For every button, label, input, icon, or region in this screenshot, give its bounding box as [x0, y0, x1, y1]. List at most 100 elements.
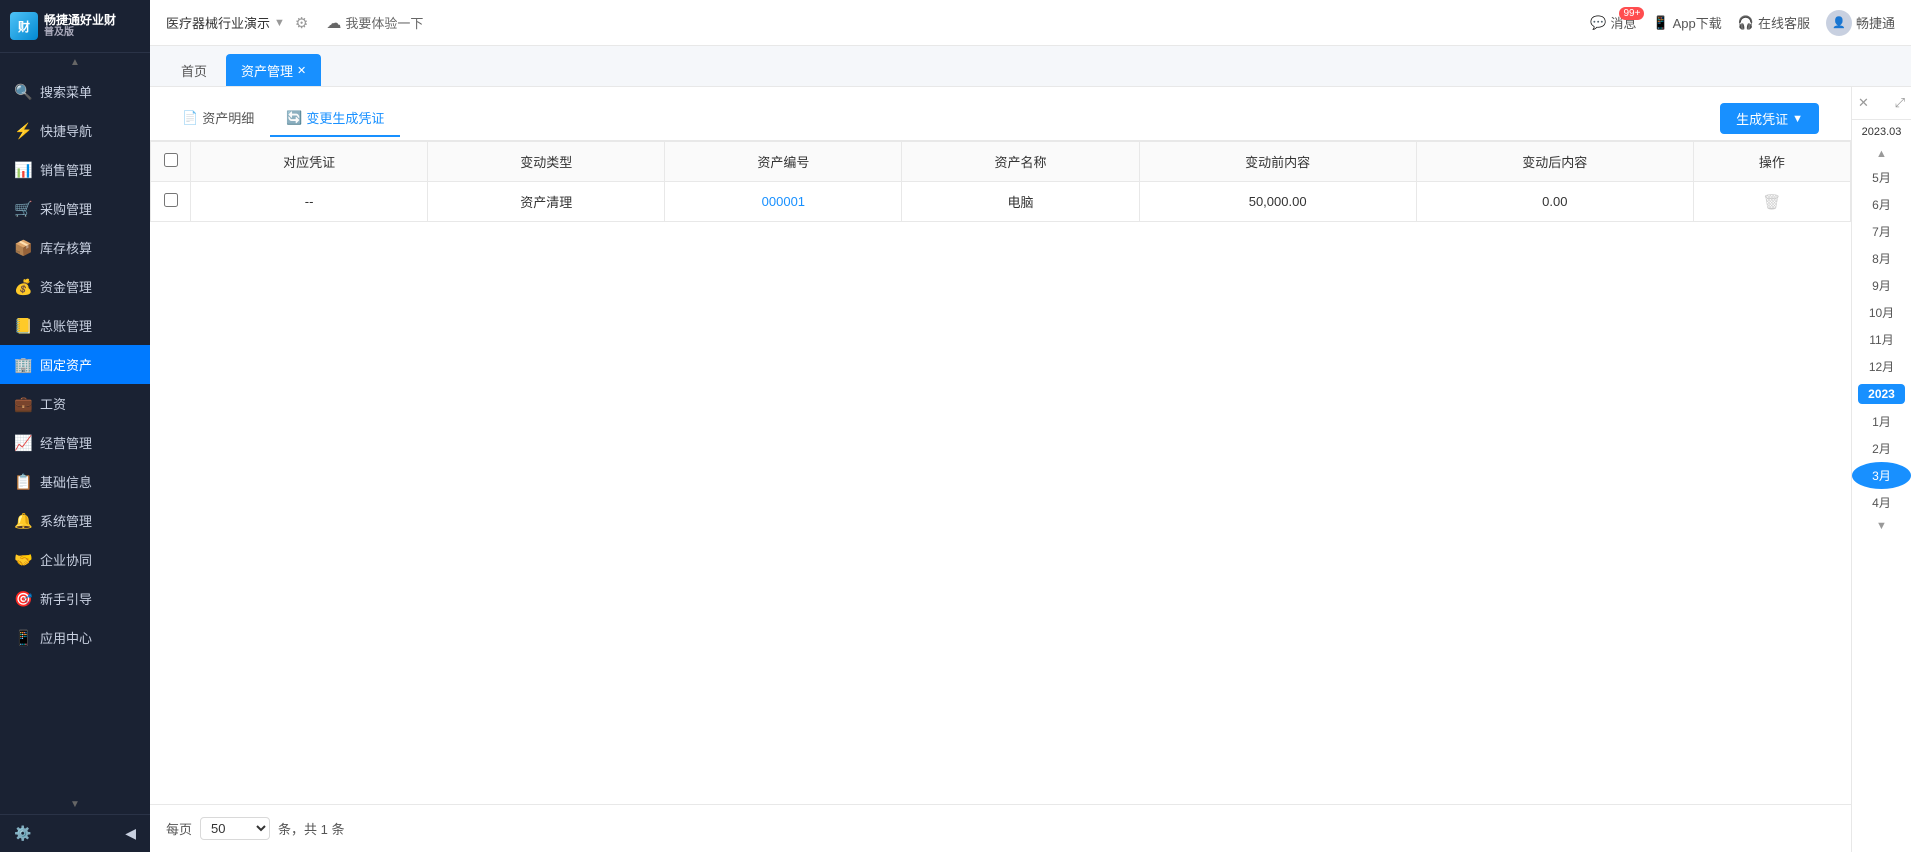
month-9[interactable]: 9月 [1852, 272, 1911, 299]
month-2023-1[interactable]: 1月 [1852, 408, 1911, 435]
sidebar-item-purchase[interactable]: 🛒 采购管理 [0, 189, 150, 228]
month-2023-2[interactable]: 2月 [1852, 435, 1911, 462]
header-after: 变动后内容 [1416, 142, 1693, 182]
sidebar-item-ledger[interactable]: 📒 总账管理 [0, 306, 150, 345]
row-change-type: 资产清理 [428, 182, 665, 222]
ledger-icon: 📒 [14, 317, 32, 335]
main-area: 医疗器械行业演示 ▼ ⚙ ☁ 我要体验一下 💬 消息 99+ 📱 App下载 🎧… [150, 0, 1911, 852]
system-icon: 🔔 [14, 512, 32, 530]
date-panel-header: ✕ ⤢ [1852, 87, 1911, 120]
year-2023-badge[interactable]: 2023 [1858, 384, 1905, 404]
expand-panel-btn[interactable]: ⤢ [1895, 95, 1905, 111]
sidebar-item-label: 固定资产 [40, 355, 92, 374]
sidebar-item-label: 资金管理 [40, 277, 92, 296]
row-action-cell: 🗑 [1693, 182, 1850, 222]
sidebar-item-base-info[interactable]: 📋 基础信息 [0, 462, 150, 501]
pagination: 每页 50 10 20 100 条，共 1 条 [150, 804, 1851, 852]
sub-tab-change-voucher[interactable]: 🔄 变更生成凭证 [270, 100, 400, 137]
table-toolbar: 生成凭证 ▼ [1704, 97, 1835, 140]
tab-close-icon[interactable]: ✕ [297, 64, 306, 77]
company-selector[interactable]: 医疗器械行业演示 ▼ [166, 13, 285, 32]
asset-code-link[interactable]: 000001 [762, 194, 805, 209]
sidebar-item-label: 经营管理 [40, 433, 92, 452]
sidebar-item-inventory[interactable]: 📦 库存核算 [0, 228, 150, 267]
sidebar-item-label: 工资 [40, 394, 66, 413]
select-all-checkbox[interactable] [164, 153, 178, 167]
sidebar-item-quick-nav[interactable]: ⚡ 快捷导航 [0, 111, 150, 150]
month-6[interactable]: 6月 [1852, 191, 1911, 218]
date-up-arrow[interactable]: ▲ [1876, 148, 1887, 160]
header-voucher: 对应凭证 [191, 142, 428, 182]
app-download-btn[interactable]: 📱 App下载 [1652, 13, 1721, 32]
content-area: 📄 资产明细 🔄 变更生成凭证 生成凭证 ▼ [150, 87, 1911, 852]
sidebar-bottom: ⚙️ ◀ [0, 814, 150, 852]
username: 畅捷通 [1856, 13, 1895, 32]
scroll-up-arrow[interactable]: ▲ [70, 57, 80, 68]
row-asset-name: 电脑 [902, 182, 1139, 222]
sidebar-item-sales[interactable]: 📊 销售管理 [0, 150, 150, 189]
generate-chevron-icon: ▼ [1792, 113, 1803, 125]
tab-home[interactable]: 首页 [166, 54, 222, 86]
sidebar-scroll-down[interactable]: ▼ [0, 795, 150, 814]
sidebar-item-system[interactable]: 🔔 系统管理 [0, 501, 150, 540]
tab-asset-label: 资产管理 [241, 61, 293, 80]
sidebar-item-label: 基础信息 [40, 472, 92, 491]
settings-icon[interactable]: ⚙️ [14, 825, 31, 842]
change-voucher-icon: 🔄 [286, 110, 302, 126]
operations-icon: 📈 [14, 434, 32, 452]
date-scroll-down[interactable]: ▼ [1852, 516, 1911, 536]
sub-tab-asset-detail[interactable]: 📄 资产明细 [166, 100, 270, 137]
quick-nav-icon: ⚡ [14, 122, 32, 140]
sidebar-item-search[interactable]: 🔍 搜索菜单 [0, 72, 150, 111]
month-5[interactable]: 5月 [1852, 164, 1911, 191]
scroll-down-arrow[interactable]: ▼ [70, 799, 80, 810]
sub-tabs: 📄 资产明细 🔄 变更生成凭证 生成凭证 ▼ [150, 87, 1851, 141]
sidebar-item-operations[interactable]: 📈 经营管理 [0, 423, 150, 462]
app-edition: 普及版 [44, 27, 116, 39]
per-page-label: 每页 [166, 819, 192, 838]
sidebar-toggle-icon[interactable]: ◀ [125, 825, 136, 842]
delete-btn[interactable]: 🗑 [1762, 194, 1781, 211]
sidebar-item-finance[interactable]: 💰 资金管理 [0, 267, 150, 306]
tab-home-label: 首页 [181, 61, 207, 80]
messages-badge: 99+ [1619, 7, 1644, 20]
month-2023-3[interactable]: 3月 [1852, 462, 1911, 489]
month-8[interactable]: 8月 [1852, 245, 1911, 272]
experience-btn[interactable]: ☁ 我要体验一下 [326, 13, 423, 32]
generate-voucher-btn[interactable]: 生成凭证 ▼ [1720, 103, 1819, 134]
sidebar-item-payroll[interactable]: 💼 工资 [0, 384, 150, 423]
settings-gear-icon[interactable]: ⚙ [295, 14, 308, 32]
month-10[interactable]: 10月 [1852, 299, 1911, 326]
row-after: 0.00 [1416, 182, 1693, 222]
sales-icon: 📊 [14, 161, 32, 179]
total-label: 条，共 1 条 [278, 819, 344, 838]
messages-btn[interactable]: 💬 消息 99+ [1590, 13, 1636, 32]
header-asset-code: 资产编号 [665, 142, 902, 182]
base-info-icon: 📋 [14, 473, 32, 491]
sidebar-item-label: 总账管理 [40, 316, 92, 335]
sidebar-item-collab[interactable]: 🤝 企业协同 [0, 540, 150, 579]
sub-tab-label-2: 变更生成凭证 [306, 108, 384, 127]
close-panel-btn[interactable]: ✕ [1858, 95, 1869, 111]
date-down-arrow[interactable]: ▼ [1876, 520, 1887, 532]
sidebar: 财 畅捷通好业财 普及版 ▲ 🔍 搜索菜单 ⚡ 快捷导航 📊 销售管理 🛒 采购… [0, 0, 150, 852]
tab-asset-management[interactable]: 资产管理 ✕ [226, 54, 321, 86]
page-size-select[interactable]: 50 10 20 100 [200, 817, 270, 840]
month-2023-4[interactable]: 4月 [1852, 489, 1911, 516]
app-download-label: App下载 [1673, 13, 1722, 32]
row-checkbox[interactable] [164, 193, 178, 207]
table-row: -- 资产清理 000001 电脑 50,000.00 0.00 🗑 [151, 182, 1851, 222]
sidebar-item-label: 快捷导航 [40, 121, 92, 140]
fixed-assets-icon: 🏢 [14, 356, 32, 374]
month-12[interactable]: 12月 [1852, 353, 1911, 380]
header-before: 变动前内容 [1139, 142, 1416, 182]
sidebar-item-app-center[interactable]: 📱 应用中心 [0, 618, 150, 657]
sidebar-item-fixed-assets[interactable]: 🏢 固定资产 [0, 345, 150, 384]
sidebar-item-guide[interactable]: 🎯 新手引导 [0, 579, 150, 618]
user-menu[interactable]: 👤 畅捷通 [1826, 10, 1895, 36]
date-scroll-up[interactable]: ▲ [1852, 144, 1911, 164]
month-7[interactable]: 7月 [1852, 218, 1911, 245]
month-11[interactable]: 11月 [1852, 326, 1911, 353]
online-service-btn[interactable]: 🎧 在线客服 [1738, 13, 1810, 32]
sidebar-scroll-up[interactable]: ▲ [0, 53, 150, 72]
